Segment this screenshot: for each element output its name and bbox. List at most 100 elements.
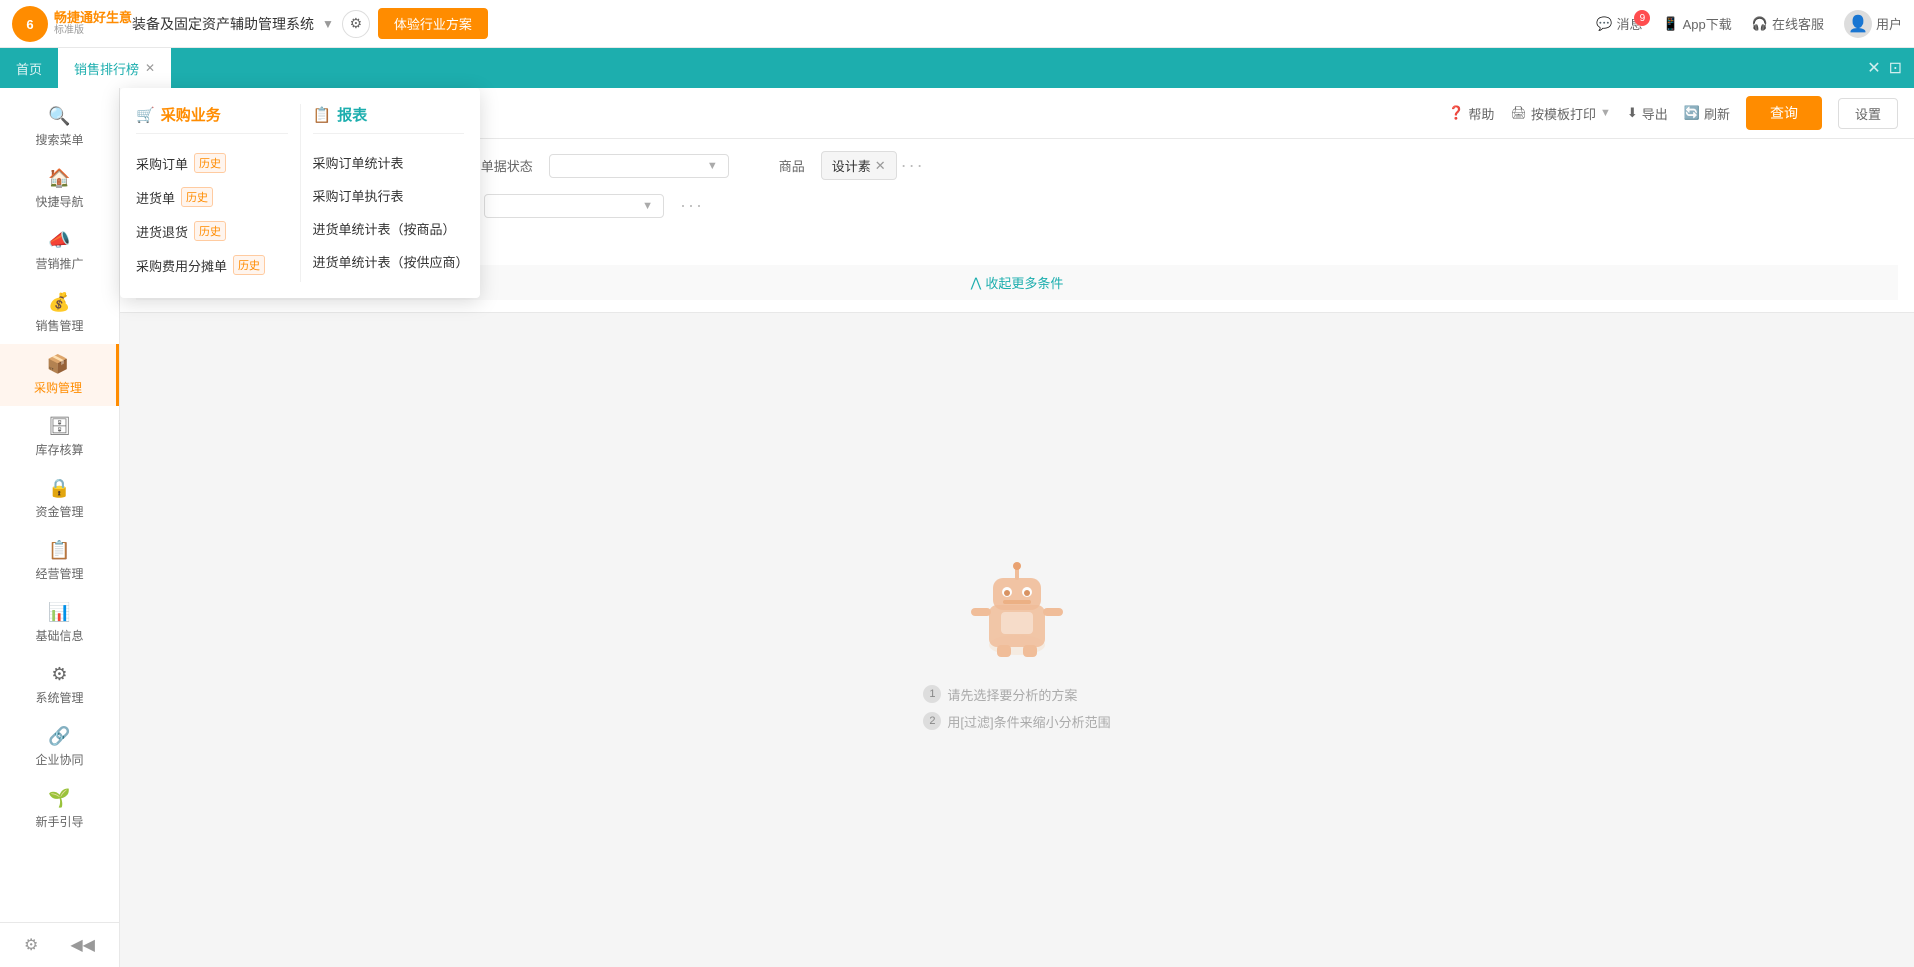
user-label: 用户 bbox=[1876, 14, 1902, 33]
refresh-item[interactable]: 🔄 刷新 bbox=[1684, 104, 1730, 123]
phone-icon: 📱 bbox=[1662, 16, 1678, 32]
empty-state: 1 请先选择要分析的方案 2 用[过滤]条件来缩小分析范围 bbox=[120, 313, 1914, 967]
menu-item-goods-in-by-supplier[interactable]: 进货单统计表（按供应商） bbox=[313, 245, 465, 278]
goods-tag-remove[interactable]: ✕ bbox=[875, 158, 886, 174]
report-section-title: 报表 bbox=[337, 104, 367, 125]
sidebar-item-operation[interactable]: 📋 经营管理 bbox=[0, 530, 119, 592]
tab-bar-right: ✕ ⊡ bbox=[1867, 58, 1914, 78]
hint-2: 2 用[过滤]条件来缩小分析范围 bbox=[923, 712, 1110, 731]
avatar: 👤 bbox=[1844, 10, 1872, 38]
header-right: 💬 消息 9 📱 App下载 🎧 在线客服 👤 用户 bbox=[1596, 10, 1902, 38]
sidebar-settings-icon[interactable]: ⚙ bbox=[24, 935, 38, 955]
goods-filter-area: 设计素 ✕ ··· bbox=[821, 151, 925, 180]
settings-button[interactable]: 设置 bbox=[1838, 98, 1898, 129]
menu-item-goods-in-by-supplier-label: 进货单统计表（按供应商） bbox=[313, 252, 465, 271]
sidebar-item-quick-nav[interactable]: 🏠 快捷导航 bbox=[0, 158, 119, 220]
msg-icon: 💬 bbox=[1596, 16, 1612, 32]
help-item[interactable]: ❓ 帮助 bbox=[1448, 104, 1494, 123]
sidebar-item-sales[interactable]: 💰 销售管理 bbox=[0, 282, 119, 344]
system-icon: ⚙ bbox=[51, 664, 67, 685]
sidebar-item-purchase[interactable]: 📦 采购管理 bbox=[0, 344, 119, 406]
salesperson-chevron: ▼ bbox=[642, 200, 653, 212]
goods-tag-text: 设计素 bbox=[832, 156, 871, 175]
dropdown-report-title: 📋 报表 bbox=[313, 104, 465, 134]
menu-item-goods-in-by-product[interactable]: 进货单统计表（按商品） bbox=[313, 212, 465, 245]
sidebar-item-finance-label: 资金管理 bbox=[35, 503, 83, 520]
online-service-label: 在线客服 bbox=[1772, 14, 1824, 33]
tab-sales-rank[interactable]: 销售排行榜 ✕ bbox=[58, 48, 171, 88]
sidebar-item-base-info-label: 基础信息 bbox=[35, 627, 83, 644]
sidebar-item-inventory[interactable]: 🗄 库存核算 bbox=[0, 406, 119, 468]
sidebar-item-finance[interactable]: 🔒 资金管理 bbox=[0, 468, 119, 530]
print-icon: 🖨 bbox=[1510, 105, 1527, 121]
salesperson-more-btn[interactable]: ··· bbox=[680, 195, 704, 216]
export-item[interactable]: ⬇ 导出 bbox=[1627, 104, 1668, 123]
sidebar-item-guide[interactable]: 🌱 新手引导 bbox=[0, 778, 119, 840]
dropdown-report-col: 📋 报表 采购订单统计表 采购订单执行表 进货单统计表（按商品） 进货单统计表（… bbox=[313, 104, 465, 282]
refresh-icon: 🔄 bbox=[1684, 105, 1700, 121]
menu-item-purchase-order[interactable]: 采购订单 历史 bbox=[136, 146, 288, 180]
inventory-icon: 🗄 bbox=[48, 416, 71, 437]
headset-icon: 🎧 bbox=[1752, 16, 1768, 32]
hint-num-2: 2 bbox=[923, 712, 941, 730]
purchase-section-icon: 🛒 bbox=[136, 106, 155, 124]
user-item[interactable]: 👤 用户 bbox=[1844, 10, 1902, 38]
sidebar-item-marketing[interactable]: 📣 营销推广 bbox=[0, 220, 119, 282]
finance-icon: 🔒 bbox=[48, 478, 70, 499]
empty-icon-wrap bbox=[957, 550, 1077, 673]
hint-num-1: 1 bbox=[923, 685, 941, 703]
dropdown-menu: 🛒 采购业务 采购订单 历史 进货单 历史 进货退货 历史 采购费用分摊单 bbox=[120, 88, 480, 298]
help-icon: ❓ bbox=[1448, 105, 1464, 121]
svg-text:6: 6 bbox=[26, 17, 33, 32]
logo-area: 6 畅捷通好生意 标准版 bbox=[12, 6, 132, 42]
logo-icon: 6 bbox=[12, 6, 48, 42]
menu-item-purchase-order-label: 采购订单 bbox=[136, 154, 188, 173]
sidebar-item-base-info[interactable]: 📊 基础信息 bbox=[0, 592, 119, 654]
sales-icon: 💰 bbox=[48, 292, 70, 313]
menu-item-return-goods-label: 进货退货 bbox=[136, 222, 188, 241]
template-print-item[interactable]: 🖨 按模板打印 ▼ bbox=[1510, 104, 1610, 123]
operation-icon: 📋 bbox=[48, 540, 70, 561]
salesperson-select[interactable]: ▼ bbox=[484, 194, 664, 218]
tab-close-icon[interactable]: ✕ bbox=[145, 61, 155, 75]
goods-more-btn[interactable]: ··· bbox=[901, 155, 925, 176]
collapse-up-icon: ⋀ bbox=[971, 275, 982, 291]
system-dropdown-icon[interactable]: ▼ bbox=[322, 17, 334, 31]
menu-item-return-goods[interactable]: 进货退货 历史 bbox=[136, 214, 288, 248]
menu-item-goods-in-by-product-label: 进货单统计表（按商品） bbox=[313, 219, 456, 238]
empty-robot-svg bbox=[957, 550, 1077, 670]
industry-btn[interactable]: 体验行业方案 bbox=[378, 8, 488, 39]
tab-close-all-icon[interactable]: ✕ bbox=[1867, 58, 1880, 78]
app-download-label: App下载 bbox=[1683, 14, 1732, 33]
sidebar-item-quick-nav-label: 快捷导航 bbox=[35, 193, 83, 210]
history-tag-2: 历史 bbox=[194, 221, 226, 241]
menu-item-purchase-order-exec[interactable]: 采购订单执行表 bbox=[313, 179, 465, 212]
system-name-text: 装备及固定资产辅助管理系统 bbox=[132, 14, 314, 34]
sidebar-item-search[interactable]: 🔍 搜索菜单 bbox=[0, 96, 119, 158]
online-service-item[interactable]: 🎧 在线客服 bbox=[1752, 14, 1824, 33]
sidebar-item-sales-label: 销售管理 bbox=[35, 317, 83, 334]
tab-maximize-icon[interactable]: ⊡ bbox=[1889, 58, 1902, 78]
sidebar-item-system[interactable]: ⚙ 系统管理 bbox=[0, 654, 119, 716]
help-label: 帮助 bbox=[1468, 104, 1494, 123]
logo-text: 畅捷通好生意 标准版 bbox=[54, 10, 132, 38]
sidebar-item-enterprise-label: 企业协同 bbox=[35, 751, 83, 768]
menu-item-purchase-order-exec-label: 采购订单执行表 bbox=[313, 186, 404, 205]
document-status-select[interactable]: ▼ bbox=[549, 154, 729, 178]
app-download-item[interactable]: 📱 App下载 bbox=[1662, 14, 1731, 33]
menu-item-purchase-expense[interactable]: 采购费用分摊单 历史 bbox=[136, 248, 288, 282]
msg-icon-item[interactable]: 💬 消息 9 bbox=[1596, 14, 1642, 33]
tab-home[interactable]: 首页 bbox=[0, 48, 58, 88]
sidebar-collapse-icon[interactable]: ◀◀ bbox=[70, 935, 95, 955]
menu-item-purchase-order-stat[interactable]: 采购订单统计表 bbox=[313, 146, 465, 179]
settings-icon[interactable]: ⚙ bbox=[342, 10, 370, 38]
query-button[interactable]: 查询 bbox=[1746, 96, 1822, 130]
sidebar-item-system-label: 系统管理 bbox=[35, 689, 83, 706]
hint-1: 1 请先选择要分析的方案 bbox=[923, 685, 1110, 704]
menu-item-goods-in[interactable]: 进货单 历史 bbox=[136, 180, 288, 214]
template-print-dropdown-icon[interactable]: ▼ bbox=[1600, 107, 1611, 119]
dropdown-purchase-title: 🛒 采购业务 bbox=[136, 104, 288, 134]
sidebar-item-enterprise[interactable]: 🔗 企业协同 bbox=[0, 716, 119, 778]
sidebar-item-guide-label: 新手引导 bbox=[35, 813, 83, 830]
template-print-label: 按模板打印 bbox=[1531, 104, 1596, 123]
